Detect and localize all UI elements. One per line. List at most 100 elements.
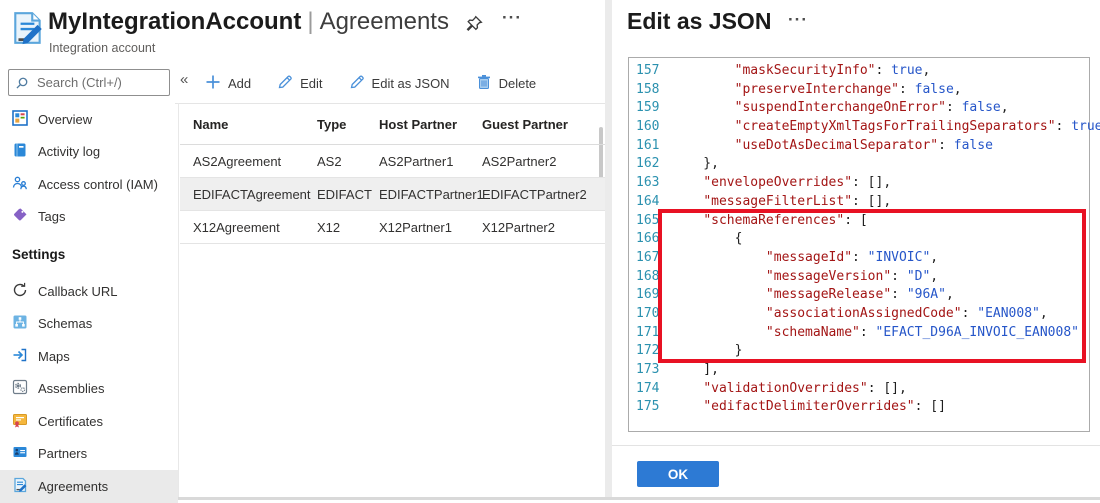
overview-icon bbox=[12, 109, 28, 129]
agreements-blade: MyIntegrationAccount | Agreements Integrat… bbox=[0, 0, 605, 503]
table-cell: AS2Agreement bbox=[193, 153, 282, 169]
page-title: MyIntegrationAccount | Agreements bbox=[48, 8, 449, 36]
title-separator: | bbox=[307, 8, 314, 35]
column-header-host-partner: Host Partner bbox=[379, 116, 458, 132]
line-number: 160 bbox=[636, 119, 660, 135]
sidebar-item-partners[interactable]: Partners bbox=[0, 438, 178, 471]
sidebar-item-label: Partners bbox=[38, 446, 88, 462]
code-line-174: 174 "validationOverrides": [], bbox=[629, 380, 1089, 399]
schemas-icon bbox=[12, 314, 28, 333]
code-text: "preserveInterchange": false, bbox=[734, 81, 962, 97]
code-line-162: 162 }, bbox=[629, 155, 1089, 174]
code-line-160: 160 "createEmptyXmlTagsForTrailingSepara… bbox=[629, 118, 1100, 137]
tags-icon bbox=[12, 207, 28, 226]
certificates-icon bbox=[12, 412, 28, 431]
code-line-165: 165 "schemaReferences": [ bbox=[629, 212, 1089, 231]
line-number: 165 bbox=[636, 212, 660, 228]
sidebar-item-activity-log[interactable]: Activity log bbox=[0, 136, 178, 169]
edit-as-json-blade: Edit as JSON ··· 157 "maskSecurityInfo":… bbox=[612, 0, 1100, 497]
sidebar-item-agreements[interactable]: Agreements bbox=[0, 470, 178, 503]
code-text: "suspendInterchangeOnError": false, bbox=[734, 100, 1009, 116]
toolbar-add-button[interactable]: Add bbox=[205, 74, 251, 93]
sidebar-item-tags[interactable]: Tags bbox=[0, 201, 178, 234]
toolbar-edit-as-json-button[interactable]: Edit as JSON bbox=[349, 74, 450, 93]
integration-account-icon bbox=[10, 10, 46, 46]
table-cell: X12Agreement bbox=[193, 219, 280, 235]
sidebar-item-assemblies[interactable]: Assemblies bbox=[0, 373, 178, 406]
table-cell: EDIFACT bbox=[317, 186, 372, 202]
table-header-row: Name Type Host Partner Guest Partner bbox=[180, 104, 605, 145]
sidebar-search bbox=[8, 69, 170, 96]
plus-icon bbox=[205, 74, 221, 93]
code-line-173: 173 ], bbox=[629, 361, 1089, 380]
code-line-167: 167 "messageId": "INVOIC", bbox=[629, 249, 1089, 268]
column-header-name: Name bbox=[193, 116, 229, 132]
table-row-x12agreement[interactable]: X12Agreement X12 X12Partner1 X12Partner2 bbox=[180, 211, 605, 244]
trash-icon bbox=[476, 74, 492, 93]
sidebar-item-label: Maps bbox=[38, 348, 70, 364]
column-header-guest-partner: Guest Partner bbox=[482, 116, 568, 132]
agreements-icon bbox=[12, 477, 28, 496]
sidebar-item-label: Agreements bbox=[38, 478, 109, 494]
code-text: "useDotAsDecimalSeparator": false bbox=[734, 137, 993, 153]
collapse-sidebar-button[interactable]: « bbox=[180, 71, 188, 88]
table-cell: EDIFACTPartner1 bbox=[379, 186, 484, 202]
code-text: "messageVersion": "D", bbox=[765, 268, 939, 284]
panel-divider bbox=[605, 0, 612, 497]
more-menu-icon[interactable]: ··· bbox=[502, 8, 522, 28]
access-control-icon bbox=[12, 175, 28, 194]
ok-button[interactable]: OK bbox=[637, 461, 719, 487]
line-number: 173 bbox=[636, 362, 660, 377]
line-number: 174 bbox=[636, 380, 660, 396]
panel-title: Edit as JSON bbox=[627, 8, 772, 34]
partners-icon bbox=[12, 444, 28, 463]
sidebar-section-settings: Settings bbox=[12, 246, 66, 262]
line-number: 175 bbox=[636, 399, 660, 415]
sidebar-item-access-control-iam[interactable]: Access control (IAM) bbox=[0, 168, 178, 201]
code-text: "envelopeOverrides": [], bbox=[703, 175, 892, 191]
json-editor[interactable]: 157 "maskSecurityInfo": true, 158 "preser… bbox=[628, 57, 1100, 432]
code-text: "createEmptyXmlTagsForTrailingSeparators… bbox=[734, 119, 1100, 135]
sidebar-item-overview[interactable]: Overview bbox=[0, 103, 178, 136]
code-text: "associationAssignedCode": "EAN008", bbox=[765, 305, 1048, 321]
line-number: 161 bbox=[636, 137, 660, 153]
table-cell: EDIFACTAgreement bbox=[193, 186, 311, 202]
table-cell: X12 bbox=[317, 219, 341, 235]
line-number: 163 bbox=[636, 175, 660, 191]
line-number: 172 bbox=[636, 343, 660, 359]
code-text: "schemaName": "EFACT_D96A_INVOIC_EAN008" bbox=[765, 324, 1079, 340]
toolbar-delete-button[interactable]: Delete bbox=[476, 74, 536, 93]
footer-divider bbox=[612, 445, 1100, 446]
code-line-172: 172 } bbox=[629, 342, 1089, 361]
sidebar-item-label: Activity log bbox=[38, 144, 101, 160]
sidebar-item-maps[interactable]: Maps bbox=[0, 340, 178, 373]
line-number: 167 bbox=[636, 249, 660, 265]
code-line-158: 158 "preserveInterchange": false, bbox=[629, 81, 1089, 100]
search-icon bbox=[16, 77, 28, 89]
sidebar-item-callback-url[interactable]: Callback URL bbox=[0, 275, 178, 308]
line-number: 157 bbox=[636, 63, 660, 78]
pin-icon[interactable] bbox=[464, 14, 484, 34]
panel-more-menu-icon[interactable]: ··· bbox=[788, 10, 808, 30]
line-number: 166 bbox=[636, 231, 660, 247]
sidebar-item-label: Assemblies bbox=[38, 381, 105, 397]
assemblies-icon bbox=[12, 379, 28, 398]
line-number: 162 bbox=[636, 156, 660, 172]
code-text: "messageRelease": "96A", bbox=[765, 287, 954, 303]
sidebar-item-certificates[interactable]: Certificates bbox=[0, 405, 178, 438]
sidebar-item-schemas[interactable]: Schemas bbox=[0, 308, 178, 341]
table-row-as2agreement[interactable]: AS2Agreement AS2 AS2Partner1 AS2Partner2 bbox=[180, 145, 605, 178]
search-input[interactable] bbox=[35, 74, 163, 91]
toolbar-label: Add bbox=[228, 75, 252, 91]
sidebar-item-label: Certificates bbox=[38, 413, 104, 429]
line-number: 159 bbox=[636, 100, 660, 116]
code-line-169: 169 "messageRelease": "96A", bbox=[629, 286, 1089, 305]
table-cell: EDIFACTPartner2 bbox=[482, 186, 587, 202]
code-text: "validationOverrides": [], bbox=[703, 380, 907, 396]
table-row-edifactagreement[interactable]: EDIFACTAgreement EDIFACT EDIFACTPartner1 ED… bbox=[180, 178, 605, 211]
line-number: 169 bbox=[636, 287, 660, 303]
resource-type-subtitle: Integration account bbox=[49, 41, 156, 55]
code-line-168: 168 "messageVersion": "D", bbox=[629, 268, 1089, 287]
toolbar-edit-button[interactable]: Edit bbox=[277, 74, 323, 93]
table-cell: X12Partner2 bbox=[482, 219, 555, 235]
